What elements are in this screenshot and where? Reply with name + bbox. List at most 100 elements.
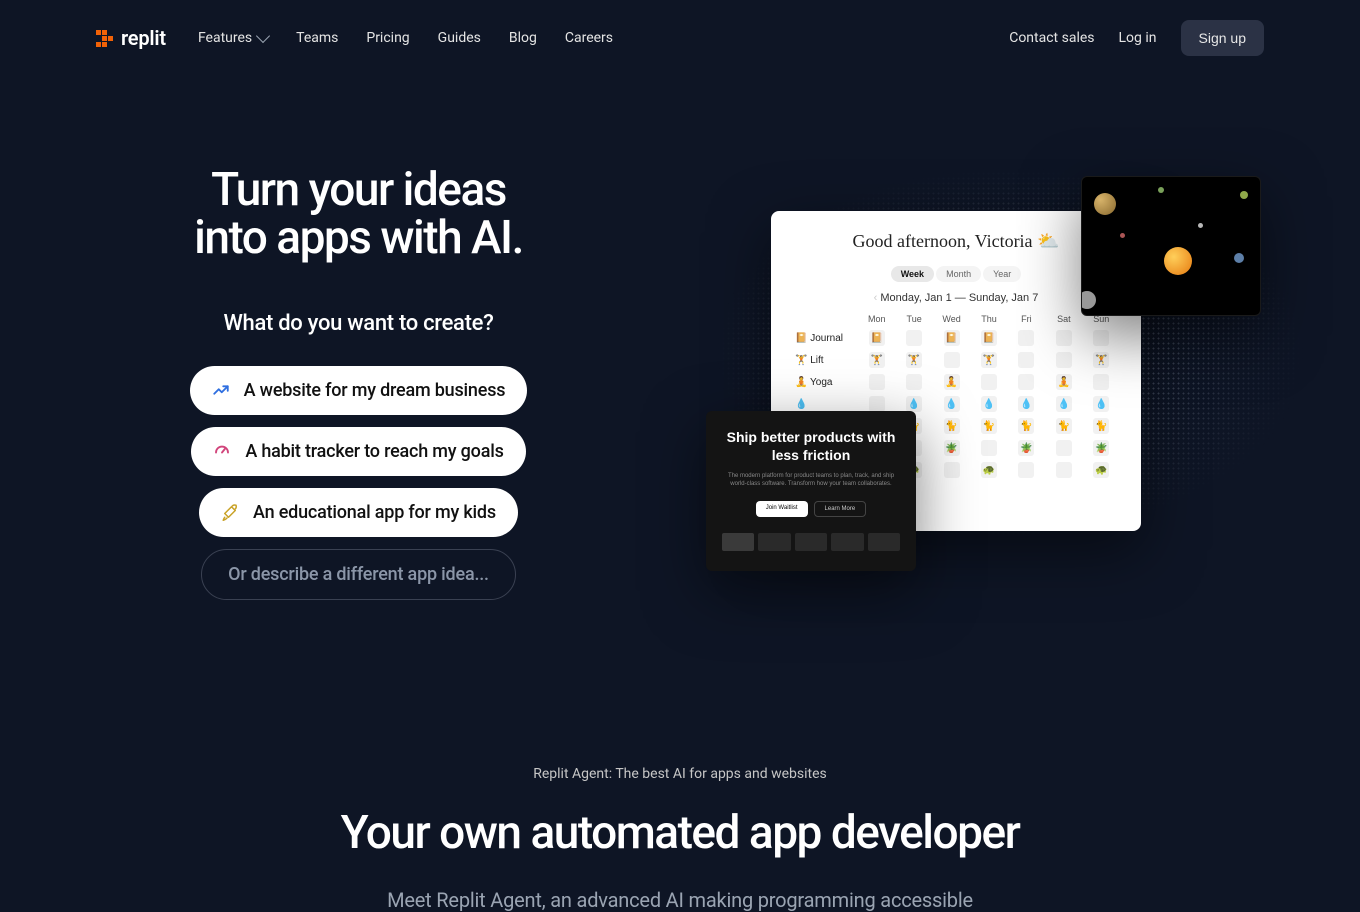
pill-habit-tracker[interactable]: A habit tracker to reach my goals bbox=[191, 427, 525, 476]
habit-row: 🏋️ Lift🏋️🏋️🏋️🏋️ bbox=[795, 352, 1117, 368]
habit-cell[interactable] bbox=[1093, 374, 1109, 390]
habit-cell[interactable]: 🐈 bbox=[981, 418, 997, 434]
habit-row: 🧘 Yoga 🧘 🧘 bbox=[795, 374, 1117, 390]
habit-cell[interactable] bbox=[944, 352, 960, 368]
hero-section: Turn your ideas into apps with AI. What … bbox=[0, 76, 1360, 616]
nav-link-teams[interactable]: Teams bbox=[296, 30, 338, 46]
habit-cell[interactable] bbox=[906, 374, 922, 390]
nav-link-pricing[interactable]: Pricing bbox=[366, 30, 409, 46]
habit-greeting: Good afternoon, Victoria ⛅ bbox=[795, 231, 1117, 252]
habit-cell[interactable]: 📔 bbox=[944, 330, 960, 346]
login-link[interactable]: Log in bbox=[1119, 30, 1157, 46]
gauge-icon bbox=[213, 442, 231, 460]
join-waitlist-button[interactable]: Join Waitlist bbox=[756, 501, 808, 517]
habit-row-label: 🧘 Yoga bbox=[795, 377, 855, 388]
chevron-down-icon bbox=[256, 29, 270, 43]
habit-row-label: 💧 bbox=[795, 399, 855, 410]
habit-cell[interactable]: 🐈 bbox=[1018, 418, 1034, 434]
pill-educational-app[interactable]: An educational app for my kids bbox=[199, 488, 518, 537]
habit-cell[interactable] bbox=[981, 374, 997, 390]
top-nav: replit Features Teams Pricing Guides Blo… bbox=[0, 0, 1360, 76]
logo-text: replit bbox=[121, 26, 166, 50]
nav-left: replit Features Teams Pricing Guides Blo… bbox=[96, 26, 613, 50]
nav-link-blog[interactable]: Blog bbox=[509, 30, 537, 46]
planet-icon bbox=[1234, 253, 1244, 263]
logo-mark-icon bbox=[96, 30, 113, 47]
habit-date-range: Monday, Jan 1 — Sunday, Jan 7 bbox=[795, 292, 1117, 304]
nav-links: Features Teams Pricing Guides Blog Caree… bbox=[198, 30, 613, 46]
dark-card-heading: Ship better products with less friction bbox=[722, 429, 900, 464]
habit-row: 💧 💧 💧 💧 💧 💧 💧 bbox=[795, 396, 1117, 412]
habit-cell[interactable]: 🐢 bbox=[981, 462, 997, 478]
planet-icon bbox=[1198, 223, 1203, 228]
hero-heading: Turn your ideas into apps with AI. bbox=[194, 166, 523, 263]
habit-header-row: Mon Tue Wed Thu Fri Sat Sun bbox=[795, 314, 1117, 324]
habit-cell[interactable] bbox=[1018, 462, 1034, 478]
habit-cell[interactable] bbox=[944, 462, 960, 478]
habit-cell[interactable]: 🏋️ bbox=[1093, 352, 1109, 368]
habit-cell[interactable]: 🧘 bbox=[1056, 374, 1072, 390]
logo[interactable]: replit bbox=[96, 26, 166, 50]
habit-cell[interactable]: 🐈 bbox=[1093, 418, 1109, 434]
habit-cell[interactable]: 🐈 bbox=[944, 418, 960, 434]
habit-cell[interactable]: 🐢 bbox=[1093, 462, 1109, 478]
habit-cell[interactable] bbox=[1018, 374, 1034, 390]
dark-card-bars bbox=[722, 533, 900, 551]
habit-cell[interactable]: 🧘 bbox=[944, 374, 960, 390]
pill-business-website[interactable]: A website for my dream business bbox=[190, 366, 528, 415]
habit-cell[interactable] bbox=[1056, 440, 1072, 456]
habit-cell[interactable]: 🪴 bbox=[944, 440, 960, 456]
habit-cell[interactable]: 💧 bbox=[906, 396, 922, 412]
nav-link-guides[interactable]: Guides bbox=[438, 30, 481, 46]
habit-cell[interactable] bbox=[1056, 462, 1072, 478]
nav-features-label: Features bbox=[198, 30, 252, 46]
habit-cell[interactable]: 🐈 bbox=[1056, 418, 1072, 434]
habit-cell[interactable]: 💧 bbox=[1093, 396, 1109, 412]
dark-card-paragraph: The modern platform for product teams to… bbox=[722, 472, 900, 489]
habit-cell[interactable]: 💧 bbox=[944, 396, 960, 412]
habit-cell[interactable]: 📔 bbox=[981, 330, 997, 346]
habit-cell[interactable]: 💧 bbox=[1056, 396, 1072, 412]
agent-section: Replit Agent: The best AI for apps and w… bbox=[0, 616, 1360, 912]
planet-icon bbox=[1158, 187, 1164, 193]
segment-month[interactable]: Month bbox=[936, 266, 981, 282]
trending-up-icon bbox=[212, 381, 230, 399]
habit-cell[interactable]: 💧 bbox=[981, 396, 997, 412]
hero-left: Turn your ideas into apps with AI. What … bbox=[96, 136, 621, 616]
habit-cell[interactable] bbox=[1018, 352, 1034, 368]
habit-cell[interactable]: 🏋️ bbox=[906, 352, 922, 368]
nav-features-dropdown[interactable]: Features bbox=[198, 30, 268, 46]
learn-more-button[interactable]: Learn More bbox=[814, 501, 867, 517]
nav-right: Contact sales Log in Sign up bbox=[1009, 20, 1264, 56]
habit-cell[interactable] bbox=[869, 396, 885, 412]
habit-cell[interactable] bbox=[1018, 330, 1034, 346]
section-heading: Your own automated app developer bbox=[0, 806, 1360, 860]
habit-cell[interactable]: 🪴 bbox=[1018, 440, 1034, 456]
planet-icon bbox=[1240, 191, 1248, 199]
planet-icon bbox=[1081, 291, 1096, 309]
habit-cell[interactable] bbox=[1093, 330, 1109, 346]
habit-segment-control: Week Month Year bbox=[795, 266, 1117, 282]
habit-cell[interactable] bbox=[1056, 352, 1072, 368]
signup-button[interactable]: Sign up bbox=[1181, 20, 1264, 56]
habit-cell[interactable] bbox=[1056, 330, 1072, 346]
habit-cell[interactable]: 🏋️ bbox=[869, 352, 885, 368]
habit-cell[interactable] bbox=[981, 440, 997, 456]
segment-week[interactable]: Week bbox=[891, 266, 934, 282]
habit-cell[interactable]: 💧 bbox=[1018, 396, 1034, 412]
nav-link-careers[interactable]: Careers bbox=[565, 30, 613, 46]
habit-cell[interactable]: 🏋️ bbox=[981, 352, 997, 368]
habit-cell[interactable] bbox=[906, 330, 922, 346]
section-eyebrow: Replit Agent: The best AI for apps and w… bbox=[0, 766, 1360, 782]
pill-custom-idea[interactable]: Or describe a different app idea... bbox=[201, 549, 516, 600]
habit-cell[interactable]: 📔 bbox=[869, 330, 885, 346]
habit-cell[interactable]: 🪴 bbox=[1093, 440, 1109, 456]
habit-cell[interactable] bbox=[869, 374, 885, 390]
habit-row: 📔 Journal 📔 📔 📔 bbox=[795, 330, 1117, 346]
habit-row-label: 📔 Journal bbox=[795, 333, 855, 344]
dark-card-buttons: Join Waitlist Learn More bbox=[722, 501, 900, 517]
section-paragraph: Meet Replit Agent, an advanced AI making… bbox=[0, 888, 1360, 912]
segment-year[interactable]: Year bbox=[983, 266, 1021, 282]
planet-icon bbox=[1120, 233, 1125, 238]
contact-sales-link[interactable]: Contact sales bbox=[1009, 30, 1094, 46]
